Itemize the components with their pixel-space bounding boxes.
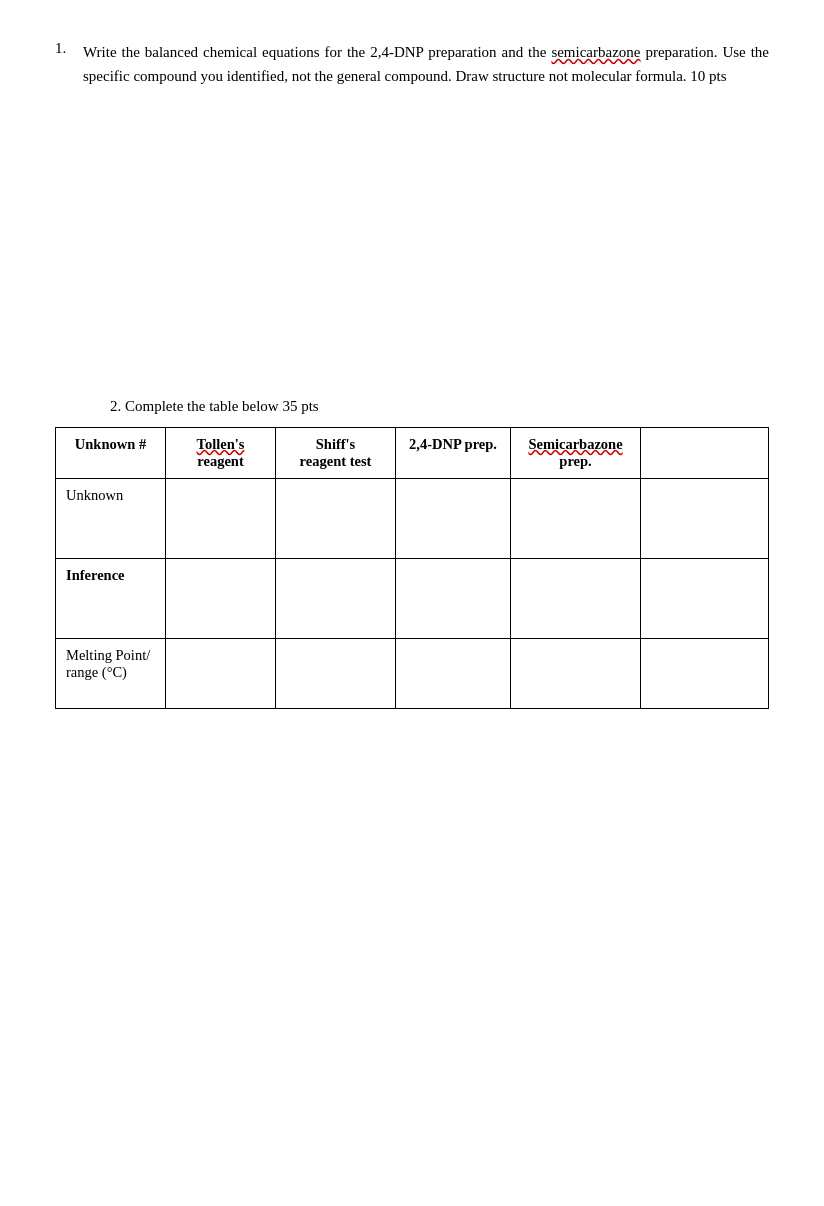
row-melting-dnp xyxy=(396,639,511,709)
question-1-number: 1. xyxy=(55,40,83,88)
melting-line1: Melting Point/ xyxy=(66,647,150,663)
row-unknown-semi xyxy=(511,479,641,559)
tollens-line1: Tollen's xyxy=(197,436,245,452)
shiffs-line1: Shiff's xyxy=(316,436,356,452)
table-header-row: Unknown # Tollen's reagent Shiff's reage… xyxy=(56,428,769,479)
row-unknown-tollens xyxy=(166,479,276,559)
row-unknown-shiffs xyxy=(276,479,396,559)
row-unknown-dnp xyxy=(396,479,511,559)
shiffs-line2: reagent test xyxy=(300,453,372,469)
data-table: Unknown # Tollen's reagent Shiff's reage… xyxy=(55,427,769,709)
row-inference-semi xyxy=(511,559,641,639)
row-melting-label: Melting Point/ range (°C) xyxy=(56,639,166,709)
row-unknown-extra xyxy=(641,479,769,559)
row-melting-semi xyxy=(511,639,641,709)
question-1-text: Write the balanced chemical equations fo… xyxy=(83,40,769,88)
header-unknown: Unknown # xyxy=(56,428,166,479)
row-inference-shiffs xyxy=(276,559,396,639)
semi-line1: Semicarbazone xyxy=(528,436,622,452)
header-dnp: 2,4-DNP prep. xyxy=(396,428,511,479)
header-semi: Semicarbazone prep. xyxy=(511,428,641,479)
question-1-text-part1: Write the balanced chemical equations fo… xyxy=(83,44,546,60)
work-area-spacer xyxy=(55,98,769,398)
tollens-line2: reagent xyxy=(197,453,243,469)
semi-line2: prep. xyxy=(559,453,591,469)
question-1: 1. Write the balanced chemical equations… xyxy=(55,40,769,88)
melting-line2: range (°C) xyxy=(66,664,127,680)
row-inference-tollens xyxy=(166,559,276,639)
row-inference-dnp xyxy=(396,559,511,639)
row-inference-label: Inference xyxy=(56,559,166,639)
row-melting-shiffs xyxy=(276,639,396,709)
header-extra xyxy=(641,428,769,479)
header-tollens: Tollen's reagent xyxy=(166,428,276,479)
header-shiffs: Shiff's reagent test xyxy=(276,428,396,479)
table-row-melting: Melting Point/ range (°C) xyxy=(56,639,769,709)
table-row-unknown: Unknown xyxy=(56,479,769,559)
row-inference-extra xyxy=(641,559,769,639)
semicarbazone-word: semicarbazone xyxy=(551,44,640,60)
table-row-inference: Inference xyxy=(56,559,769,639)
row-melting-tollens xyxy=(166,639,276,709)
row-unknown-label: Unknown xyxy=(56,479,166,559)
row-melting-extra xyxy=(641,639,769,709)
question-2-label: 2. Complete the table below 35 pts xyxy=(110,398,769,415)
